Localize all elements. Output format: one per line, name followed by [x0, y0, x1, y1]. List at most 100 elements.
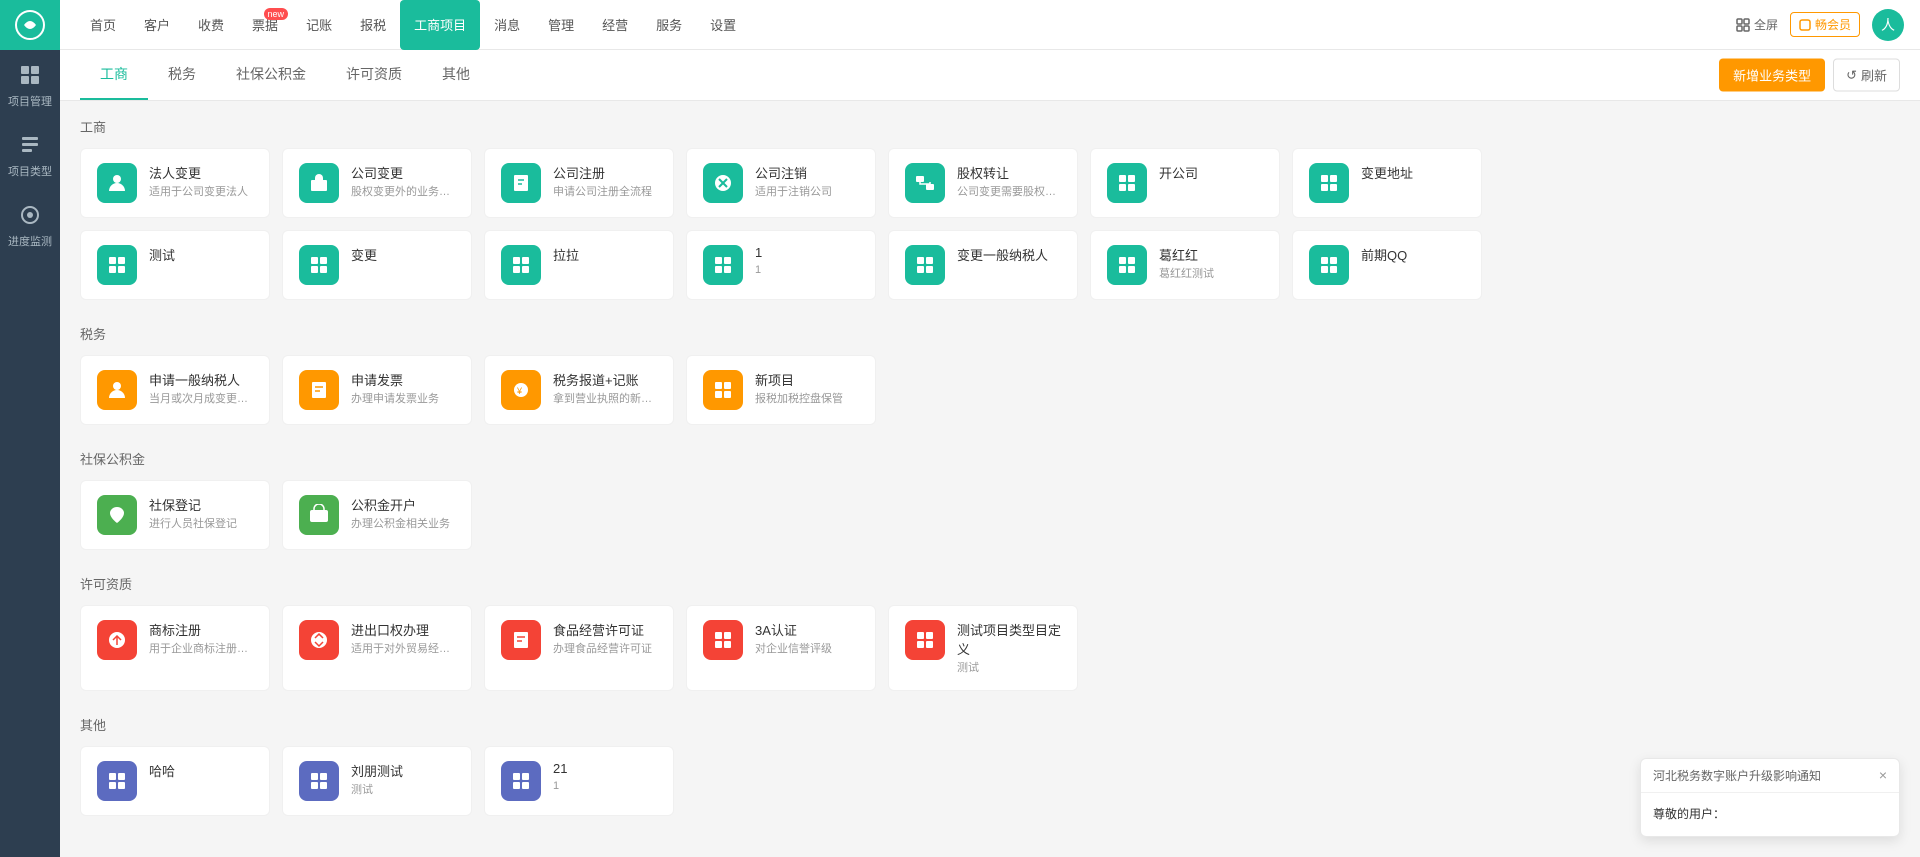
card-icon [97, 620, 137, 660]
card-icon [501, 245, 541, 285]
card-provident-fund[interactable]: 公积金开户 办理公积金相关业务 [282, 480, 472, 550]
tab-qita[interactable]: 其他 [422, 50, 490, 100]
card-icon [299, 245, 339, 285]
card-info: 股权转让 公司变更需要股权转让 [957, 163, 1061, 200]
notification-close[interactable]: × [1879, 767, 1887, 783]
svg-text:¥: ¥ [516, 386, 523, 396]
tab-xuke[interactable]: 许可资质 [326, 50, 422, 100]
card-haha[interactable]: 哈哈 [80, 746, 270, 816]
nav-industry[interactable]: 工商项目 [400, 0, 480, 50]
card-icon [905, 245, 945, 285]
card-icon [1107, 245, 1147, 285]
card-icon [703, 245, 743, 285]
section-title-shebao: 社保公积金 [80, 449, 1900, 468]
card-icon [299, 163, 339, 203]
card-num21[interactable]: 21 1 [484, 746, 674, 816]
card-change[interactable]: 变更 [282, 230, 472, 300]
refresh-button[interactable]: ↺ 刷新 [1833, 59, 1900, 92]
tab-shebao[interactable]: 社保公积金 [216, 50, 326, 100]
nav-tax[interactable]: 报税 [346, 0, 400, 50]
nav-admin[interactable]: 管理 [534, 0, 588, 50]
user-avatar[interactable]: 人 [1872, 9, 1904, 41]
card-company-cancel[interactable]: 公司注销 适用于注销公司 [686, 148, 876, 218]
card-lala[interactable]: 拉拉 [484, 230, 674, 300]
nav-settings[interactable]: 设置 [696, 0, 750, 50]
card-icon [1309, 163, 1349, 203]
card-info: 测试项目类型目定义 测试 [957, 620, 1061, 676]
progress-icon [16, 201, 44, 229]
card-info: 变更 [351, 245, 455, 267]
card-qianqi-qq[interactable]: 前期QQ [1292, 230, 1482, 300]
gongshang-section: 工商 法人变更 适用于公司变更法人 公司变更 [60, 101, 1920, 308]
card-info: 哈哈 [149, 761, 253, 783]
card-info: 21 1 [553, 761, 657, 794]
nav-home[interactable]: 首页 [76, 0, 130, 50]
card-import-export[interactable]: 进出口权办理 适用于对外贸易经营者 [282, 605, 472, 691]
nav-customer[interactable]: 客户 [130, 0, 184, 50]
nav-operation[interactable]: 经营 [588, 0, 642, 50]
sidebar-item-project-type[interactable]: 项目类型 [0, 120, 60, 190]
card-info: 测试 [149, 245, 253, 267]
card-open-company[interactable]: 开公司 [1090, 148, 1280, 218]
refresh-icon: ↺ [1846, 67, 1857, 83]
sidebar-item-label: 项目管理 [8, 93, 52, 109]
card-legal-change[interactable]: 法人变更 适用于公司变更法人 [80, 148, 270, 218]
vip-label: 畅会员 [1815, 16, 1851, 33]
nav-message[interactable]: 消息 [480, 0, 534, 50]
card-info: 申请一般纳税人 当月或次月成变更完成 [149, 370, 253, 407]
card-equity-transfer[interactable]: 股权转让 公司变更需要股权转让 [888, 148, 1078, 218]
vip-button[interactable]: 畅会员 [1790, 12, 1860, 37]
card-food-permit[interactable]: 食品经营许可证 办理食品经营许可证 [484, 605, 674, 691]
card-social-register[interactable]: 社保登记 进行人员社保登记 [80, 480, 270, 550]
card-info: 食品经营许可证 办理食品经营许可证 [553, 620, 657, 657]
card-info: 新项目 报税加税控盘保管 [755, 370, 859, 407]
card-num1[interactable]: 1 1 [686, 230, 876, 300]
project-type-icon [16, 131, 44, 159]
nav-invoice[interactable]: 票据 new [238, 0, 292, 50]
card-new-project[interactable]: 新项目 报税加税控盘保管 [686, 355, 876, 425]
card-company-change[interactable]: 公司变更 股权变更外的业务变更 [282, 148, 472, 218]
card-apply-invoice[interactable]: 申请发票 办理申请发票业务 [282, 355, 472, 425]
card-trademark[interactable]: 商标注册 用于企业商标注册服务 [80, 605, 270, 691]
content-area: 工商 税务 社保公积金 许可资质 其他 新增业务类型 ↺ 刷新 工商 [60, 50, 1920, 857]
card-apply-taxpayer[interactable]: 申请一般纳税人 当月或次月成变更完成 [80, 355, 270, 425]
card-liupeng-test[interactable]: 刘朋测试 测试 [282, 746, 472, 816]
card-icon [97, 245, 137, 285]
gongshang-cards: 法人变更 适用于公司变更法人 公司变更 股权变更外的业务变更 [80, 148, 1900, 218]
card-3a-cert[interactable]: 3A认证 对企业信誉评级 [686, 605, 876, 691]
card-info: 税务报道+记账 拿到营业执照的新公司 [553, 370, 657, 407]
add-type-button[interactable]: 新增业务类型 [1719, 59, 1825, 92]
section-title-shuiwu: 税务 [80, 324, 1900, 343]
card-icon [299, 761, 339, 801]
card-tax-report[interactable]: ¥ 税务报道+记账 拿到营业执照的新公司 [484, 355, 674, 425]
card-change-taxpayer[interactable]: 变更一般纳税人 [888, 230, 1078, 300]
card-info: 申请发票 办理申请发票业务 [351, 370, 455, 407]
nav-billing[interactable]: 收费 [184, 0, 238, 50]
sidebar-item-label: 项目类型 [8, 163, 52, 179]
card-icon [905, 163, 945, 203]
card-info: 葛红红 葛红红测试 [1159, 245, 1263, 282]
card-icon: ¥ [501, 370, 541, 410]
card-test[interactable]: 测试 [80, 230, 270, 300]
card-icon [299, 620, 339, 660]
card-change-address[interactable]: 变更地址 [1292, 148, 1482, 218]
card-icon [299, 495, 339, 535]
sub-navigation: 工商 税务 社保公积金 许可资质 其他 新增业务类型 ↺ 刷新 [60, 50, 1920, 101]
nav-items: 首页 客户 收费 票据 new 记账 报税 工商项目 消息 管理 经营 服务 设… [76, 0, 1736, 50]
new-badge: new [264, 8, 289, 20]
sidebar-item-project-manage[interactable]: 项目管理 [0, 50, 60, 120]
fullscreen-label: 全屏 [1754, 16, 1778, 33]
nav-service[interactable]: 服务 [642, 0, 696, 50]
sidebar-item-progress-monitor[interactable]: 进度监测 [0, 190, 60, 260]
logo[interactable] [0, 0, 60, 50]
nav-accounting[interactable]: 记账 [292, 0, 346, 50]
fullscreen-button[interactable]: 全屏 [1736, 16, 1778, 33]
tab-gongshang[interactable]: 工商 [80, 50, 148, 100]
gongshang-cards-row2: 测试 变更 [80, 230, 1900, 300]
notification-content: 尊敬的用户： [1641, 793, 1899, 836]
card-test-type[interactable]: 测试项目类型目定义 测试 [888, 605, 1078, 691]
card-company-register[interactable]: 公司注册 申请公司注册全流程 [484, 148, 674, 218]
card-guhonghong[interactable]: 葛红红 葛红红测试 [1090, 230, 1280, 300]
tab-shuiwu[interactable]: 税务 [148, 50, 216, 100]
card-icon [703, 370, 743, 410]
